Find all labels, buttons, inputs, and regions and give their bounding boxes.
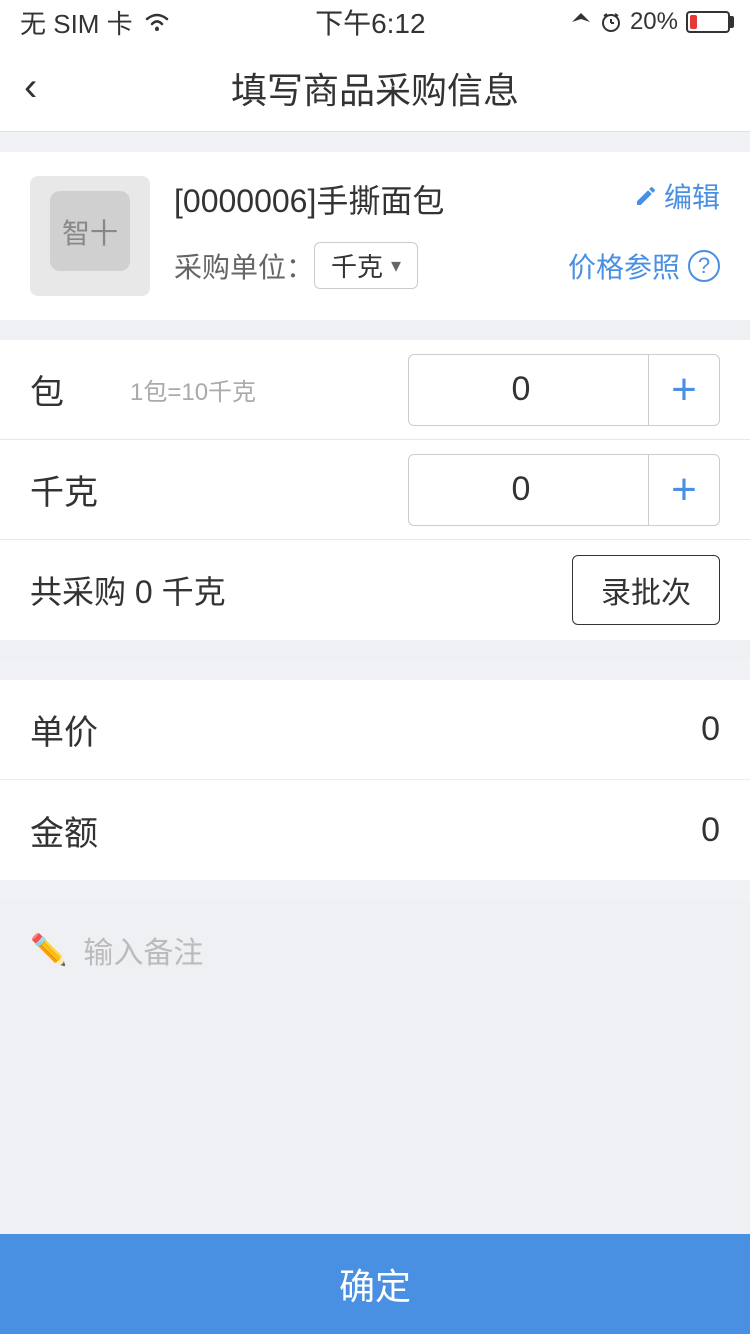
edit-label: 编辑: [664, 176, 720, 216]
carrier-text: 无 SIM 卡: [20, 4, 133, 41]
bag-sublabel: 1包=10千克: [130, 372, 388, 407]
product-image: 智十: [30, 176, 150, 296]
status-time: 下午6:12: [315, 2, 426, 42]
product-card: 智十 [0000006]手撕面包 采购单位： 千克 ▾ 价格参照 ? 编辑: [0, 152, 750, 320]
bag-label: 包: [30, 365, 110, 414]
summary-row: 共采购 0 千克 录批次: [0, 540, 750, 640]
summary-text: 共采购 0 千克: [30, 567, 572, 613]
confirm-label: 确定: [339, 1258, 411, 1310]
note-placeholder: 输入备注: [83, 928, 203, 972]
price-ref-label: 价格参照: [568, 246, 680, 286]
amount-value: 0: [701, 811, 720, 850]
price-ref-button[interactable]: 价格参照 ?: [568, 246, 720, 286]
unit-price-value: 0: [701, 710, 720, 749]
section-divider-1: [0, 320, 750, 340]
svg-text:智十: 智十: [62, 218, 118, 249]
product-bottom-row: 采购单位： 千克 ▾ 价格参照 ?: [174, 242, 720, 289]
bag-input[interactable]: [408, 354, 648, 426]
unit-value: 千克: [331, 247, 383, 284]
edit-icon: [634, 184, 658, 208]
amount-label: 金额: [30, 806, 701, 855]
battery-percent: 20%: [630, 8, 678, 36]
status-left: 无 SIM 卡: [20, 4, 171, 41]
kg-input-wrapper: +: [408, 454, 720, 526]
confirm-button[interactable]: 确定: [0, 1234, 750, 1334]
location-icon: [570, 11, 592, 33]
bag-input-row: 包 1包=10千克 +: [0, 340, 750, 440]
page-title: 填写商品采购信息: [231, 62, 519, 114]
unit-price-row: 单价 0: [0, 680, 750, 780]
content-area: [0, 1000, 750, 1250]
status-bar: 无 SIM 卡 下午6:12 20%: [0, 0, 750, 44]
section-divider-2: [0, 640, 750, 660]
status-right: 20%: [570, 8, 730, 36]
kg-label: 千克: [30, 465, 110, 514]
unit-label: 采购单位：: [174, 246, 314, 286]
price-ref-help-icon: ?: [688, 250, 720, 282]
back-button[interactable]: ‹: [24, 65, 37, 110]
wifi-icon: [143, 12, 171, 32]
pencil-icon: ✏️: [30, 933, 67, 968]
bag-plus-button[interactable]: +: [648, 354, 720, 426]
kg-plus-button[interactable]: +: [648, 454, 720, 526]
unit-select[interactable]: 千克 ▾: [314, 242, 418, 289]
alarm-icon: [600, 11, 622, 33]
kg-input-row: 千克 +: [0, 440, 750, 540]
note-section[interactable]: ✏️ 输入备注: [0, 900, 750, 1000]
battery-icon: [686, 11, 730, 33]
nav-bar: ‹ 填写商品采购信息: [0, 44, 750, 132]
product-logo: 智十: [50, 191, 130, 281]
kg-input[interactable]: [408, 454, 648, 526]
unit-price-label: 单价: [30, 705, 701, 754]
bag-input-wrapper: +: [408, 354, 720, 426]
edit-button[interactable]: 编辑: [634, 176, 720, 216]
info-section: 单价 0 金额 0: [0, 680, 750, 880]
input-section: 包 1包=10千克 + 千克 + 共采购 0 千克 录批次: [0, 340, 750, 640]
batch-button[interactable]: 录批次: [572, 555, 720, 625]
amount-row: 金额 0: [0, 780, 750, 880]
unit-arrow-icon: ▾: [391, 253, 401, 278]
